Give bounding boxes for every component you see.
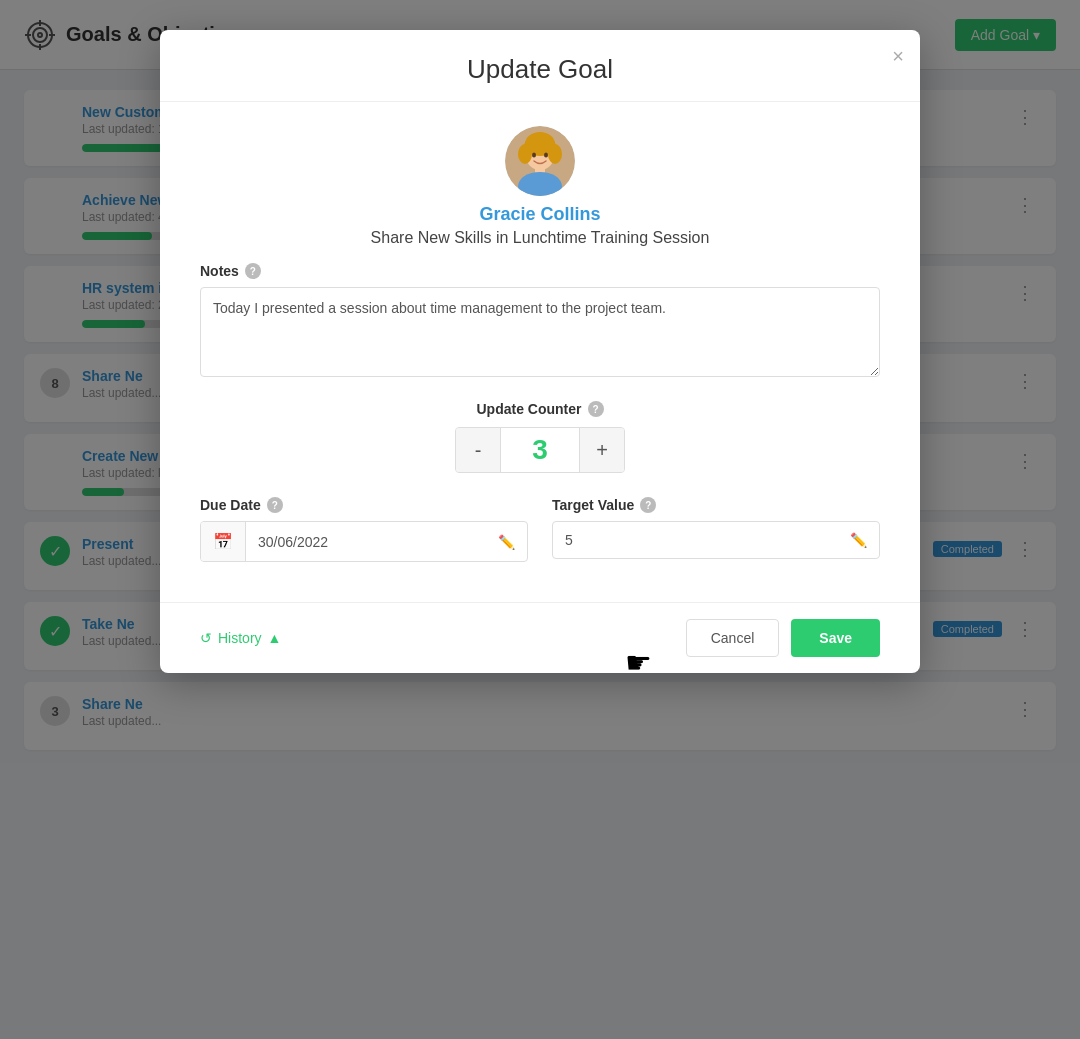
modal-footer: ↺ History ▲ Cancel Save — [160, 602, 920, 673]
modal-title: Update Goal — [184, 54, 896, 85]
due-date-field: 📅 ✏️ — [200, 521, 528, 562]
history-link[interactable]: ↺ History ▲ — [200, 630, 281, 646]
counter-help-icon[interactable]: ? — [588, 401, 604, 417]
modal-body: Gracie Collins Share New Skills in Lunch… — [160, 102, 920, 602]
avatar — [505, 126, 575, 196]
counter-increment-button[interactable]: + — [580, 428, 624, 472]
target-value-label: Target Value ? — [552, 497, 880, 513]
notes-label: Notes ? — [200, 263, 880, 279]
avatar-image — [505, 126, 575, 196]
due-date-input[interactable] — [246, 524, 486, 560]
due-date-help-icon[interactable]: ? — [267, 497, 283, 513]
modal-overlay: Update Goal × — [0, 0, 1080, 1039]
user-name: Gracie Collins — [479, 204, 600, 225]
notes-help-icon[interactable]: ? — [245, 263, 261, 279]
calendar-icon: 📅 — [201, 522, 246, 561]
footer-actions: Cancel Save — [686, 619, 880, 657]
close-button[interactable]: × — [892, 46, 904, 66]
svg-point-11 — [518, 144, 532, 164]
counter-controls: - 3 + — [455, 427, 625, 473]
date-target-row: Due Date ? 📅 ✏️ Target Value ? — [200, 497, 880, 562]
svg-point-16 — [544, 153, 548, 158]
counter-label: Update Counter ? — [477, 401, 604, 417]
counter-decrement-button[interactable]: - — [456, 428, 500, 472]
save-button[interactable]: Save — [791, 619, 880, 657]
target-value-section: Target Value ? ✏️ — [552, 497, 880, 562]
counter-display: 3 — [500, 428, 580, 472]
due-date-edit-icon[interactable]: ✏️ — [486, 524, 527, 560]
target-edit-icon[interactable]: ✏️ — [838, 522, 879, 558]
update-goal-modal: Update Goal × — [160, 30, 920, 673]
svg-point-12 — [548, 144, 562, 164]
notes-textarea[interactable]: Today I presented a session about time m… — [200, 287, 880, 377]
modal-header: Update Goal × — [160, 30, 920, 102]
target-value-field: ✏️ — [552, 521, 880, 559]
user-section: Gracie Collins Share New Skills in Lunch… — [200, 126, 880, 247]
due-date-section: Due Date ? 📅 ✏️ — [200, 497, 528, 562]
counter-section: Update Counter ? - 3 + — [200, 401, 880, 473]
target-value-input[interactable] — [553, 522, 838, 558]
svg-point-15 — [532, 153, 536, 158]
cancel-button[interactable]: Cancel — [686, 619, 780, 657]
due-date-label: Due Date ? — [200, 497, 528, 513]
chevron-up-icon: ▲ — [268, 630, 282, 646]
goal-title: Share New Skills in Lunchtime Training S… — [371, 229, 710, 247]
notes-section: Notes ? Today I presented a session abou… — [200, 263, 880, 381]
target-help-icon[interactable]: ? — [640, 497, 656, 513]
history-icon: ↺ — [200, 630, 212, 646]
